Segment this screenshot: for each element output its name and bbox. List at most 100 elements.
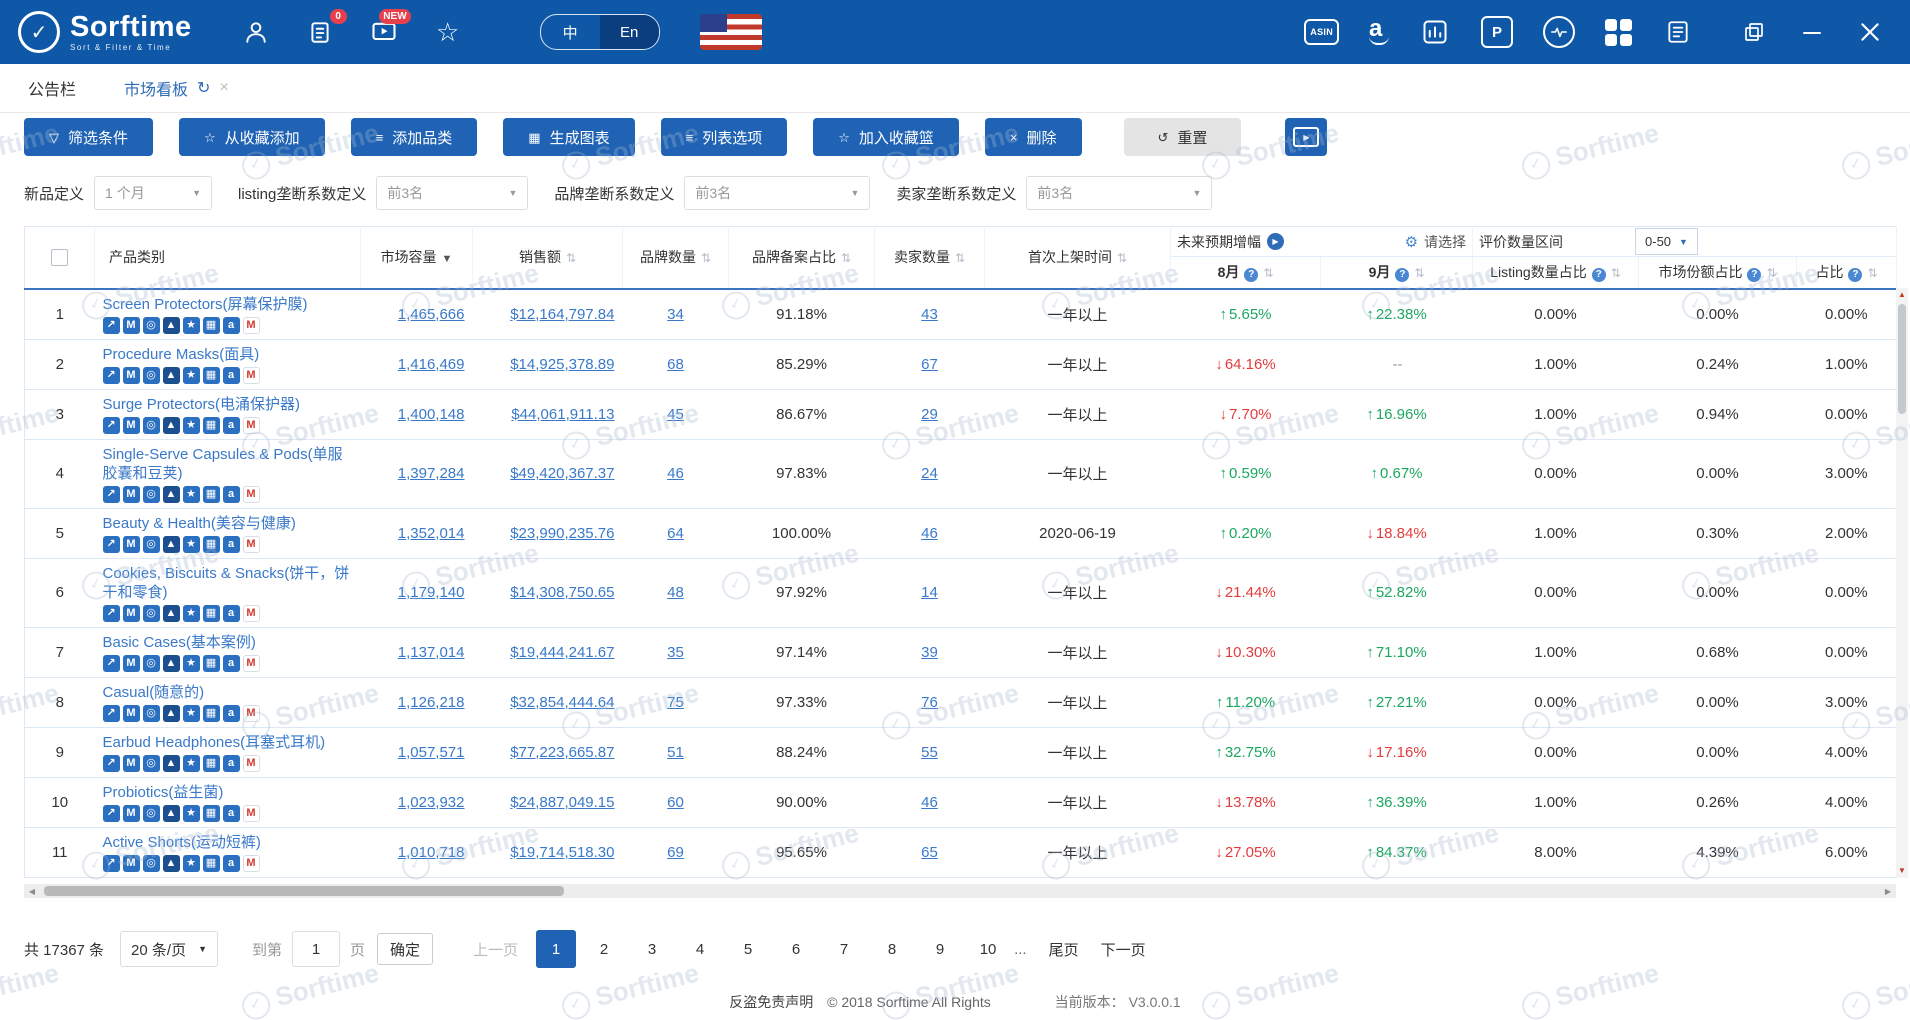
star-icon[interactable]: ★ xyxy=(183,417,200,434)
category-link[interactable]: Probiotics(益生菌) xyxy=(103,783,353,802)
clipboard-icon[interactable]: 0 xyxy=(304,16,336,48)
trend-chart-icon[interactable]: ↗ xyxy=(103,605,120,622)
play-video-icon[interactable]: ▶ xyxy=(1267,233,1284,250)
brand-logo-icon[interactable]: M xyxy=(243,855,260,872)
lang-zh-button[interactable]: 中 xyxy=(541,15,600,49)
help-icon[interactable]: ? xyxy=(1244,268,1258,282)
star-icon[interactable]: ★ xyxy=(183,755,200,772)
target-icon[interactable]: ◎ xyxy=(143,317,160,334)
tab-bulletin[interactable]: 公告栏 xyxy=(28,76,76,100)
brand-logo-icon[interactable]: M xyxy=(243,755,260,772)
filter-select[interactable]: 前3名▼ xyxy=(376,176,528,210)
col-first-listed[interactable]: 首次上架时间 xyxy=(1028,249,1112,265)
pages-ellipsis[interactable]: ... xyxy=(1014,941,1027,958)
vertical-scrollbar-thumb[interactable] xyxy=(1898,304,1906,414)
sales-link[interactable]: $12,164,797.84 xyxy=(510,306,614,323)
market-icon[interactable]: M xyxy=(123,486,140,503)
calendar-icon[interactable]: ▦ xyxy=(203,417,220,434)
scroll-right-icon[interactable]: ▶ xyxy=(1880,887,1896,896)
tab-close-icon[interactable]: × xyxy=(219,79,228,97)
delete-button[interactable]: ×删除 xyxy=(985,118,1082,156)
capacity-link[interactable]: 1,137,014 xyxy=(398,644,465,661)
reset-button[interactable]: ↺ 重置 xyxy=(1124,118,1242,156)
market-icon[interactable]: M xyxy=(123,317,140,334)
amazon-icon[interactable]: a xyxy=(223,855,240,872)
review-range-select[interactable]: 0-50 ▼ xyxy=(1635,228,1698,255)
help-icon[interactable]: ? xyxy=(1747,268,1761,282)
sort-desc-icon[interactable]: ▼ xyxy=(442,253,453,265)
asin-tool-icon[interactable]: ASIN xyxy=(1304,19,1339,45)
seller-count-link[interactable]: 46 xyxy=(921,525,938,542)
amazon-icon[interactable]: a xyxy=(223,367,240,384)
target-icon[interactable]: ◎ xyxy=(143,367,160,384)
prev-page-button[interactable]: 上一页 xyxy=(473,939,518,960)
amazon-icon[interactable]: a xyxy=(1369,19,1389,45)
brand-count-link[interactable]: 75 xyxy=(667,694,684,711)
target-icon[interactable]: ◎ xyxy=(143,855,160,872)
seller-count-link[interactable]: 29 xyxy=(921,406,938,423)
sales-link[interactable]: $14,925,378.89 xyxy=(510,356,614,373)
amazon-icon[interactable]: a xyxy=(223,536,240,553)
amazon-icon[interactable]: a xyxy=(223,317,240,334)
market-icon[interactable]: M xyxy=(123,536,140,553)
page-size-select[interactable]: 20 条/页 ▼ xyxy=(120,931,218,967)
sort-icon[interactable]: ⇅ xyxy=(701,251,711,265)
page-button[interactable]: 1 xyxy=(536,930,576,968)
seller-count-link[interactable]: 24 xyxy=(921,465,938,482)
seller-count-link[interactable]: 76 xyxy=(921,694,938,711)
market-icon[interactable]: M xyxy=(123,605,140,622)
scroll-up-icon[interactable]: ▲ xyxy=(1898,288,1906,302)
category-link[interactable]: Screen Protectors(屏幕保护膜) xyxy=(103,295,353,314)
seller-count-link[interactable]: 67 xyxy=(921,356,938,373)
brand-logo-icon[interactable]: M xyxy=(243,317,260,334)
amazon-icon[interactable]: a xyxy=(223,705,240,722)
rank-icon[interactable]: ▲ xyxy=(163,755,180,772)
col-market-share[interactable]: 市场份额占比 xyxy=(1658,264,1742,280)
report-list-icon[interactable] xyxy=(1662,16,1694,48)
generate-chart-button[interactable]: ▦生成图表 xyxy=(503,118,634,156)
product-tool-icon[interactable]: P xyxy=(1481,16,1513,48)
col-september[interactable]: 9月 xyxy=(1369,264,1391,280)
capacity-link[interactable]: 1,400,148 xyxy=(398,406,465,423)
brand-count-link[interactable]: 34 xyxy=(667,306,684,323)
amazon-icon[interactable]: a xyxy=(223,755,240,772)
market-icon[interactable]: M xyxy=(123,417,140,434)
chart-tool-icon[interactable] xyxy=(1419,16,1451,48)
page-button[interactable]: 9 xyxy=(920,930,960,968)
col-capacity[interactable]: 市场容量 xyxy=(381,249,437,265)
target-icon[interactable]: ◎ xyxy=(143,486,160,503)
market-icon[interactable]: M xyxy=(123,855,140,872)
favorite-star-icon[interactable]: ☆ xyxy=(432,16,464,48)
capacity-link[interactable]: 1,126,218 xyxy=(398,694,465,711)
add-from-favorites-button[interactable]: ☆从收藏添加 xyxy=(179,118,325,156)
minimize-icon[interactable] xyxy=(1796,16,1828,48)
rank-icon[interactable]: ▲ xyxy=(163,317,180,334)
col-seller-count[interactable]: 卖家数量 xyxy=(894,249,950,265)
goto-confirm-button[interactable]: 确定 xyxy=(377,933,433,965)
capacity-link[interactable]: 1,397,284 xyxy=(398,465,465,482)
lang-en-button[interactable]: En xyxy=(600,15,659,49)
help-icon[interactable]: ? xyxy=(1848,268,1862,282)
market-icon[interactable]: M xyxy=(123,805,140,822)
calendar-icon[interactable]: ▦ xyxy=(203,755,220,772)
sort-icon[interactable]: ⇅ xyxy=(841,251,851,265)
brand-count-link[interactable]: 48 xyxy=(667,584,684,601)
column-config-control[interactable]: ⚙ 请选择 xyxy=(1405,232,1466,252)
brand-count-link[interactable]: 46 xyxy=(667,465,684,482)
market-icon[interactable]: M xyxy=(123,755,140,772)
page-button[interactable]: 3 xyxy=(632,930,672,968)
capacity-link[interactable]: 1,023,932 xyxy=(398,794,465,811)
trend-chart-icon[interactable]: ↗ xyxy=(103,755,120,772)
trend-chart-icon[interactable]: ↗ xyxy=(103,655,120,672)
sales-link[interactable]: $44,061,911.13 xyxy=(511,406,614,423)
list-options-button[interactable]: ≡列表选项 xyxy=(661,118,788,156)
scroll-left-icon[interactable]: ◀ xyxy=(24,887,40,896)
rank-icon[interactable]: ▲ xyxy=(163,536,180,553)
filter-select[interactable]: 前3名▼ xyxy=(1026,176,1212,210)
video-tutorial-icon[interactable]: NEW xyxy=(368,16,400,48)
sort-icon[interactable]: ⇅ xyxy=(1766,266,1776,280)
calendar-icon[interactable]: ▦ xyxy=(203,605,220,622)
category-link[interactable]: Basic Cases(基本案例) xyxy=(103,633,353,652)
add-to-basket-button[interactable]: ☆加入收藏篮 xyxy=(813,118,959,156)
calendar-icon[interactable]: ▦ xyxy=(203,486,220,503)
